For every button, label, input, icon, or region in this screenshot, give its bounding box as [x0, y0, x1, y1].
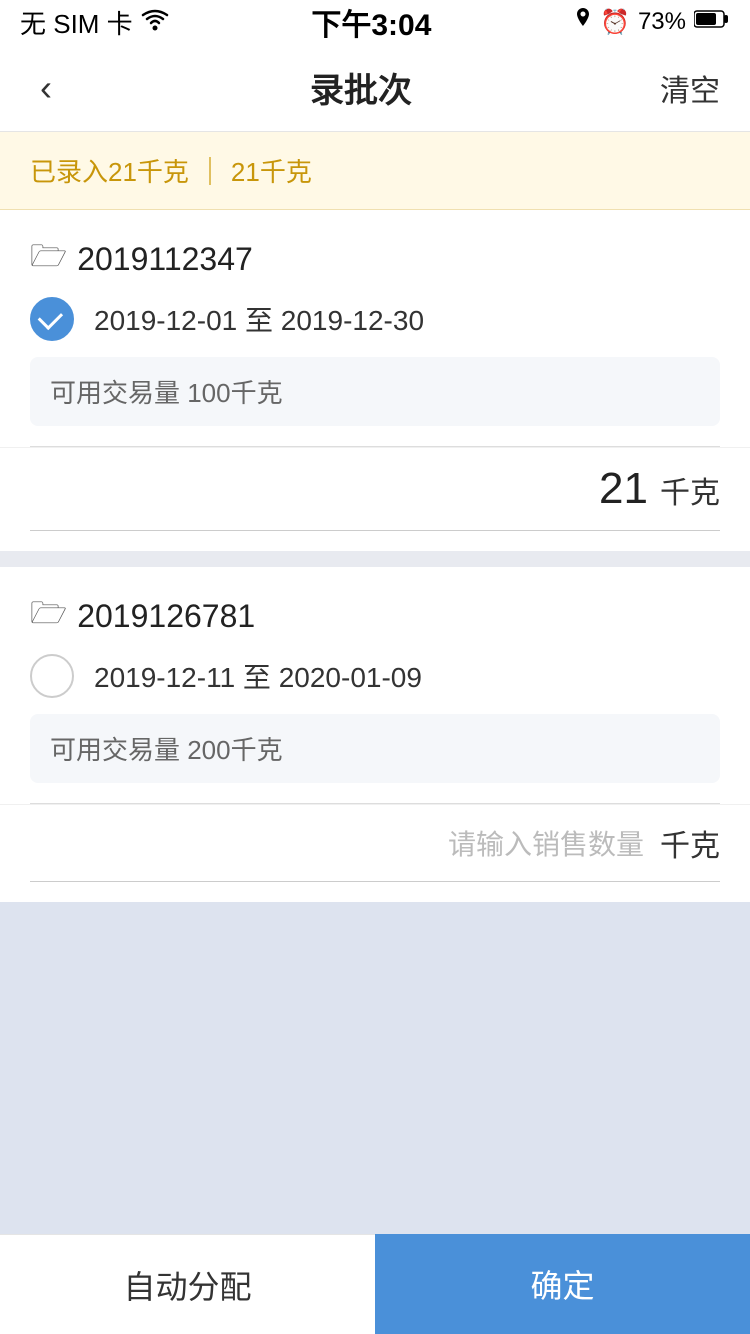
info-banner: 已录入21千克 21千克 — [0, 132, 750, 210]
input-row-2[interactable]: 请输入销售数量 千克 — [0, 804, 750, 881]
amount-value-1: 21 — [599, 464, 648, 514]
sim-status: 无 SIM 卡 — [20, 4, 133, 41]
batch-item-2: 🗁 2019126781 2019-12-11 至 2020-01-09 可用交… — [0, 567, 750, 902]
alarm-icon: ⏰ — [600, 8, 630, 37]
batch-row-1[interactable]: 2019-12-01 至 2019-12-30 — [30, 297, 720, 341]
section-divider — [0, 551, 750, 567]
available-box-2: 可用交易量 200千克 — [30, 714, 720, 783]
available-text-1: 可用交易量 100千克 — [50, 378, 283, 408]
batch-id-1: 2019112347 — [77, 241, 253, 278]
batch-date-2: 2019-12-11 至 2020-01-09 — [94, 656, 422, 696]
status-bar: 无 SIM 卡 下午3:04 ⏰ 73% — [0, 0, 750, 44]
status-right: ⏰ 73% — [574, 8, 730, 37]
clear-button[interactable]: 清空 — [660, 66, 720, 110]
radio-selected-1[interactable] — [30, 297, 74, 341]
doc-icon-1: 🗁 — [30, 234, 67, 285]
recorded-label: 已录入21千克 — [30, 152, 189, 189]
doc-icon-2: 🗁 — [30, 591, 67, 642]
location-icon — [574, 8, 592, 37]
bottom-background — [0, 902, 750, 1282]
batch-header-2: 🗁 2019126781 — [30, 591, 720, 642]
confirm-button[interactable]: 确定 — [375, 1234, 750, 1334]
page-title: 录批次 — [310, 63, 412, 112]
bottom-bar: 自动分配 确定 — [0, 1234, 750, 1334]
auto-distribute-button[interactable]: 自动分配 — [0, 1234, 375, 1334]
batch-header-1: 🗁 2019112347 — [30, 234, 720, 285]
input-placeholder-2: 请输入销售数量 — [448, 823, 644, 863]
amount-unit-1: 千克 — [660, 468, 720, 512]
wifi-icon — [141, 7, 169, 38]
banner-divider — [209, 157, 211, 185]
available-box-1: 可用交易量 100千克 — [30, 357, 720, 426]
batch-item-1: 🗁 2019112347 2019-12-01 至 2019-12-30 可用交… — [0, 210, 750, 551]
back-button[interactable]: ‹ — [30, 57, 62, 119]
batch-date-1: 2019-12-01 至 2019-12-30 — [94, 299, 424, 339]
radio-unselected-2[interactable] — [30, 654, 74, 698]
recorded-value: 21千克 — [231, 152, 312, 189]
battery-percent: 73% — [638, 8, 686, 36]
status-time: 下午3:04 — [311, 0, 431, 44]
nav-bar: ‹ 录批次 清空 — [0, 44, 750, 132]
battery-icon — [694, 8, 730, 36]
available-text-2: 可用交易量 200千克 — [50, 735, 283, 765]
batch-id-2: 2019126781 — [77, 598, 255, 635]
batch-row-2[interactable]: 2019-12-11 至 2020-01-09 — [30, 654, 720, 698]
amount-row-1: 21 千克 — [0, 447, 750, 530]
status-left: 无 SIM 卡 — [20, 4, 169, 41]
input-unit-2: 千克 — [660, 821, 720, 865]
